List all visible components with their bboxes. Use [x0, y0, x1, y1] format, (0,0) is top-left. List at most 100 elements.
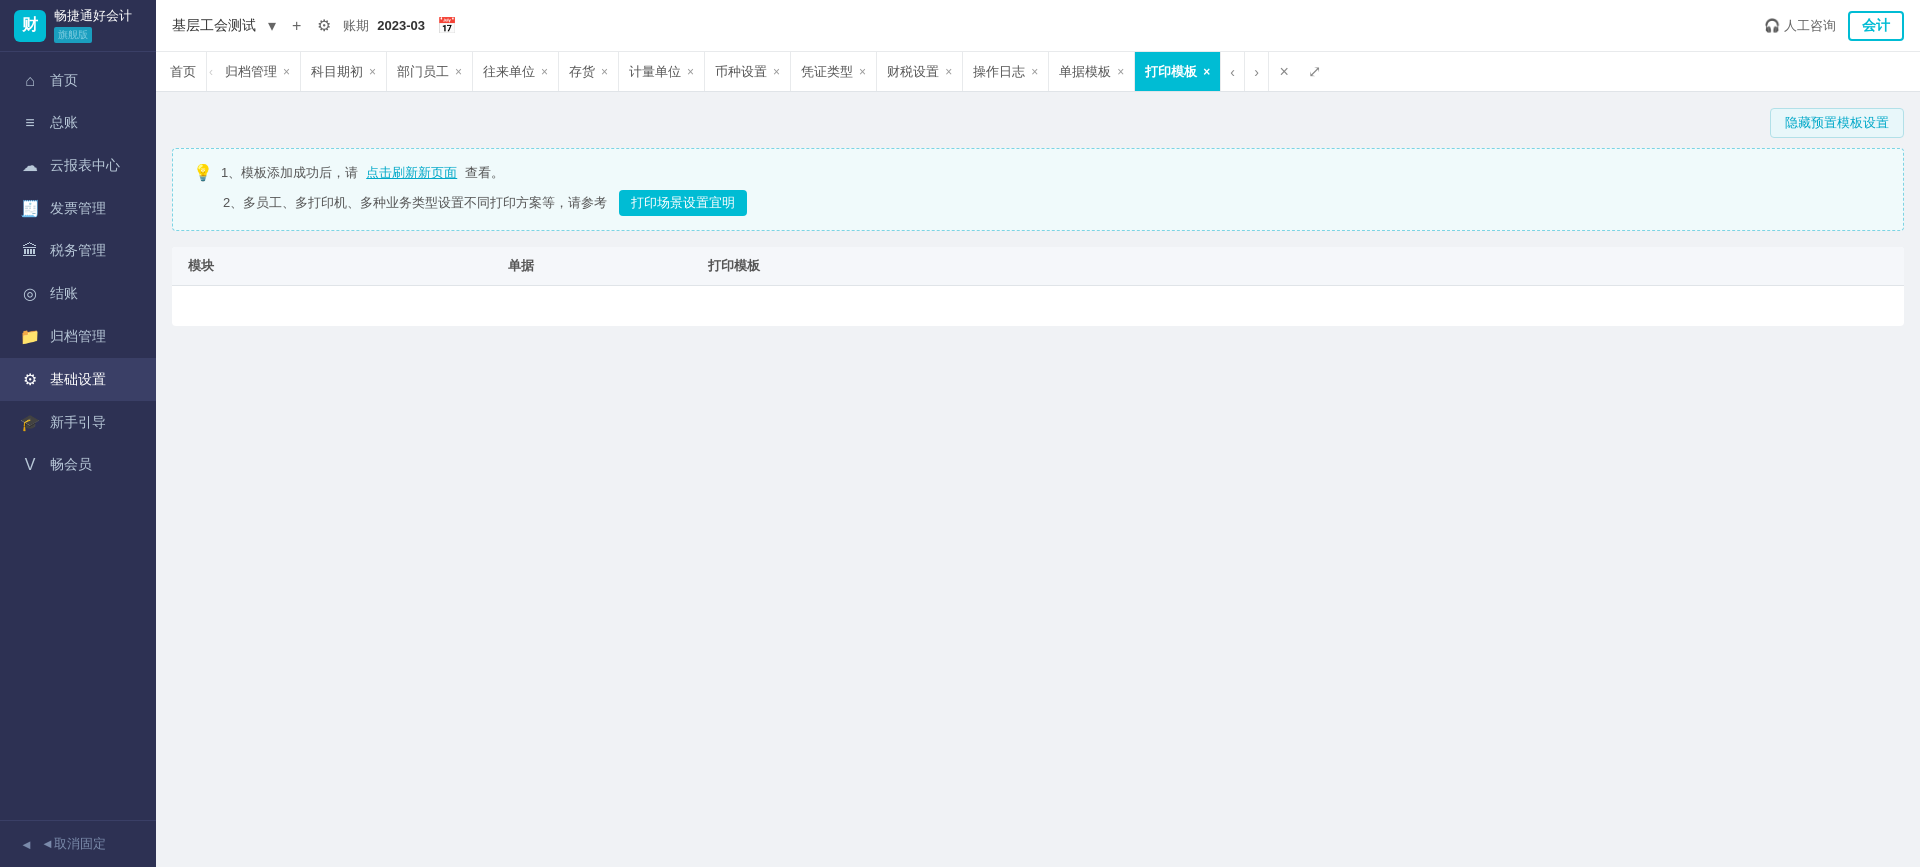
tab-archive[interactable]: 归档管理 × — [215, 52, 301, 92]
tab-currency[interactable]: 币种设置 × — [705, 52, 791, 92]
sidebar-item-label: 结账 — [50, 285, 78, 303]
tab-print-template-close[interactable]: × — [1203, 66, 1210, 78]
tax-icon: 🏛 — [20, 242, 40, 260]
period-label: 账期 — [343, 17, 369, 35]
tab-subject-init-close[interactable]: × — [369, 66, 376, 78]
tab-dept-staff-label: 部门员工 — [397, 63, 449, 81]
calendar-icon[interactable]: 📅 — [433, 14, 461, 37]
sidebar-item-label: 云报表中心 — [50, 157, 120, 175]
tab-voucher-type-close[interactable]: × — [859, 66, 866, 78]
ledger-icon: ≡ — [20, 114, 40, 132]
sidebar-item-invoice[interactable]: 🧾 发票管理 — [0, 187, 156, 230]
company-settings-icon[interactable]: ⚙ — [313, 14, 335, 37]
sidebar-item-ledger[interactable]: ≡ 总账 — [0, 102, 156, 144]
tab-separator: ‹ — [207, 65, 215, 79]
tab-voucher-type[interactable]: 凭证类型 × — [791, 52, 877, 92]
company-dropdown-icon[interactable]: ▾ — [264, 14, 280, 37]
tab-currency-label: 币种设置 — [715, 63, 767, 81]
tab-subject-init[interactable]: 科目期初 × — [301, 52, 387, 92]
tab-archive-label: 归档管理 — [225, 63, 277, 81]
logo-badge: 旗舰版 — [54, 27, 92, 43]
tab-operation-log[interactable]: 操作日志 × — [963, 52, 1049, 92]
sidebar-item-home[interactable]: ⌂ 首页 — [0, 60, 156, 102]
notice-line1-suffix: 查看。 — [465, 164, 504, 182]
col-module-header: 模块 — [172, 247, 492, 285]
tab-inventory-label: 存货 — [569, 63, 595, 81]
tab-expand-button[interactable]: ⤢ — [1299, 52, 1329, 92]
logo-text-block: 畅捷通好会计 旗舰版 — [54, 8, 132, 44]
col-print-header: 打印模板 — [692, 247, 1904, 285]
notice-row-1: 💡 1、模板添加成功后，请 点击刷新新页面 查看。 — [193, 163, 1883, 182]
hide-template-toolbar: 隐藏预置模板设置 — [172, 108, 1904, 138]
tab-document-template-label: 单据模板 — [1059, 63, 1111, 81]
vip-icon: V — [20, 456, 40, 474]
pin-label: ◄取消固定 — [41, 835, 106, 853]
closing-icon: ◎ — [20, 284, 40, 303]
invoice-icon: 🧾 — [20, 199, 40, 218]
sidebar-pin-toggle[interactable]: ◄ ◄取消固定 — [0, 820, 156, 867]
col-voucher-header: 单据 — [492, 247, 692, 285]
tab-inventory-close[interactable]: × — [601, 66, 608, 78]
period-value: 2023-03 — [377, 18, 425, 33]
tab-print-template[interactable]: 打印模板 × — [1135, 52, 1221, 92]
tab-document-template[interactable]: 单据模板 × — [1049, 52, 1135, 92]
print-scene-button[interactable]: 打印场景设置宜明 — [619, 190, 747, 216]
tab-operation-log-close[interactable]: × — [1031, 66, 1038, 78]
tab-home[interactable]: 首页 — [160, 52, 207, 92]
tab-tax-settings-label: 财税设置 — [887, 63, 939, 81]
home-icon: ⌂ — [20, 72, 40, 90]
notice-refresh-link[interactable]: 点击刷新新页面 — [366, 164, 457, 182]
tab-unit-close[interactable]: × — [687, 66, 694, 78]
tab-voucher-type-label: 凭证类型 — [801, 63, 853, 81]
sidebar: 财 畅捷通好会计 旗舰版 ⌂ 首页 ≡ 总账 ☁ 云报表中心 🧾 发票管理 🏛 … — [0, 0, 156, 867]
bulb-icon: 💡 — [193, 163, 213, 182]
sidebar-item-basic-settings[interactable]: ⚙ 基础设置 — [0, 358, 156, 401]
tab-document-template-close[interactable]: × — [1117, 66, 1124, 78]
add-company-button[interactable]: + — [288, 15, 305, 37]
pin-icon: ◄ — [20, 837, 33, 852]
sidebar-item-closing[interactable]: ◎ 结账 — [0, 272, 156, 315]
tab-next-button[interactable]: › — [1245, 52, 1269, 92]
sidebar-item-label: 畅会员 — [50, 456, 92, 474]
notice-line2: 2、多员工、多打印机、多种业务类型设置不同打印方案等，请参考 — [223, 194, 607, 212]
sidebar-item-guide[interactable]: 🎓 新手引导 — [0, 401, 156, 444]
tab-customer[interactable]: 往来单位 × — [473, 52, 559, 92]
logo-name: 畅捷通好会计 — [54, 8, 132, 25]
sidebar-item-cloud-report[interactable]: ☁ 云报表中心 — [0, 144, 156, 187]
sidebar-item-archive[interactable]: 📁 归档管理 — [0, 315, 156, 358]
sidebar-item-tax[interactable]: 🏛 税务管理 — [0, 230, 156, 272]
topbar-left: 基层工会测试 ▾ + ⚙ 账期 2023-03 📅 — [172, 14, 461, 37]
tab-dept-staff-close[interactable]: × — [455, 66, 462, 78]
topbar: 基层工会测试 ▾ + ⚙ 账期 2023-03 📅 🎧 人工咨询 会计 — [156, 0, 1920, 52]
tab-print-template-label: 打印模板 — [1145, 63, 1197, 81]
archive-icon: 📁 — [20, 327, 40, 346]
human-service-label: 人工咨询 — [1784, 17, 1836, 35]
sidebar-item-label: 税务管理 — [50, 242, 106, 260]
table-header: 模块 单据 打印模板 — [172, 247, 1904, 286]
kuaiji-button[interactable]: 会计 — [1848, 11, 1904, 41]
tab-home-label: 首页 — [170, 63, 196, 81]
sidebar-item-vip[interactable]: V 畅会员 — [0, 444, 156, 486]
logo-icon: 财 — [14, 10, 46, 42]
print-template-table: 模块 单据 打印模板 — [172, 247, 1904, 326]
company-name: 基层工会测试 — [172, 17, 256, 35]
tab-close-all-button[interactable]: × — [1269, 52, 1299, 92]
sidebar-item-label: 发票管理 — [50, 200, 106, 218]
tab-operation-log-label: 操作日志 — [973, 63, 1025, 81]
tab-customer-close[interactable]: × — [541, 66, 548, 78]
sidebar-item-label: 新手引导 — [50, 414, 106, 432]
tab-currency-close[interactable]: × — [773, 66, 780, 78]
tab-dept-staff[interactable]: 部门员工 × — [387, 52, 473, 92]
sidebar-item-label: 归档管理 — [50, 328, 106, 346]
human-service-button[interactable]: 🎧 人工咨询 — [1764, 17, 1836, 35]
tab-unit-label: 计量单位 — [629, 63, 681, 81]
tab-tax-settings[interactable]: 财税设置 × — [877, 52, 963, 92]
tab-unit[interactable]: 计量单位 × — [619, 52, 705, 92]
table-empty-body — [172, 286, 1904, 326]
tab-prev-button[interactable]: ‹ — [1221, 52, 1245, 92]
tab-tax-settings-close[interactable]: × — [945, 66, 952, 78]
hide-template-button[interactable]: 隐藏预置模板设置 — [1770, 108, 1904, 138]
tabbar: 首页 ‹ 归档管理 × 科目期初 × 部门员工 × 往来单位 × 存货 × 计量… — [156, 52, 1920, 92]
tab-archive-close[interactable]: × — [283, 66, 290, 78]
tab-inventory[interactable]: 存货 × — [559, 52, 619, 92]
